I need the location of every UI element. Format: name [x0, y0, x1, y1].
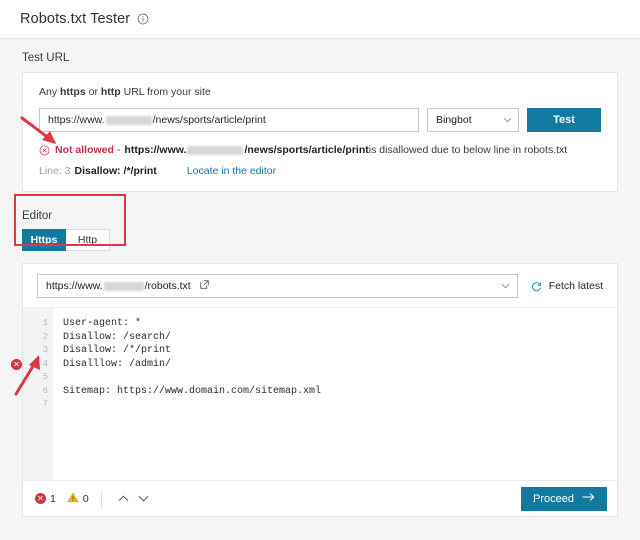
error-circle-icon: ✕: [35, 493, 46, 504]
result-message-tail: is disallowed due to below line in robot…: [368, 144, 568, 156]
next-issue-button[interactable]: [134, 489, 154, 509]
page-body: Test URL Any https or http URL from your…: [0, 38, 640, 540]
external-link-icon[interactable]: [200, 280, 209, 289]
redacted-domain-chip: [187, 145, 244, 155]
code-line[interactable]: Disallow: /*/print: [63, 344, 617, 358]
hint-suffix: URL from your site: [120, 86, 211, 98]
line-number: 5: [42, 372, 48, 382]
proceed-button[interactable]: Proceed: [521, 486, 607, 511]
redacted-domain-chip: [105, 115, 152, 125]
footer-divider: [100, 489, 102, 508]
line-number: 2: [42, 331, 48, 342]
editor-code-lines[interactable]: User-agent: * Disallow: /search/Disallow:…: [53, 308, 617, 480]
redacted-domain-chip: [103, 281, 144, 291]
user-agent-value: Bingbot: [436, 114, 472, 126]
editor-footer: ✕ 1 0 Proceed: [23, 480, 617, 516]
status-badge: Not allowed: [55, 144, 114, 156]
warning-count-group: 0: [67, 492, 89, 506]
page-title: Robots.txt Tester: [20, 11, 131, 27]
editor-toolbar: https://www. /robots.txt Fetch latest: [23, 264, 617, 307]
error-circle-icon: [39, 145, 50, 156]
warning-triangle-icon: [67, 492, 79, 506]
chevron-down-icon: [501, 282, 510, 291]
proceed-label: Proceed: [533, 492, 574, 505]
file-value-prefix: https://www.: [46, 280, 103, 292]
test-url-row: https://www. /news/sports/article/print B…: [39, 108, 601, 132]
fetch-latest-label: Fetch latest: [548, 280, 603, 292]
line-number: 3: [42, 345, 48, 355]
test-url-section-label: Test URL: [22, 52, 70, 64]
editor-error-marker-icon[interactable]: ✕: [11, 358, 22, 370]
test-result-message: Not allowed - https://www. /news/sports/a…: [39, 144, 601, 156]
result-url-suffix: /news/sports/article/print: [244, 144, 369, 156]
url-value-prefix: https://www.: [48, 114, 105, 126]
error-count: 1: [50, 492, 56, 505]
editor-card: https://www. /robots.txt Fetch latest 1 2…: [11, 263, 618, 517]
test-url-input[interactable]: https://www. /news/sports/article/print: [39, 108, 419, 132]
code-line[interactable]: [63, 371, 617, 385]
line-number: 4: [42, 358, 48, 369]
error-count-group: ✕ 1: [35, 493, 56, 505]
hint-mid: or: [85, 86, 101, 98]
line-number: 1: [42, 318, 48, 328]
robots-file-select[interactable]: https://www. /robots.txt: [37, 274, 518, 298]
editor-gutter: 1 2 3 4 ✕ 5 6 7: [11, 308, 53, 480]
result-line-label: Line: 3: [39, 165, 71, 177]
user-agent-select[interactable]: Bingbot: [427, 108, 519, 132]
code-line[interactable]: Disallow: /search/: [63, 331, 617, 345]
url-value-suffix: /news/sports/article/print: [152, 114, 266, 126]
hint-prefix: Any: [39, 86, 61, 98]
file-select-value: https://www. /robots.txt: [46, 280, 209, 292]
code-line[interactable]: User-agent: *: [63, 317, 617, 331]
result-rule-text: Disallow: /*/print: [74, 165, 157, 177]
locate-in-editor-link[interactable]: Locate in the editor: [187, 165, 276, 177]
line-number: 7: [42, 399, 48, 409]
code-line-error[interactable]: Disalllow: /admin/: [63, 358, 617, 372]
chevron-down-icon: [503, 116, 512, 125]
test-url-card: Any https or http URL from your site htt…: [22, 72, 618, 192]
prev-issue-button[interactable]: [114, 489, 134, 509]
line-number: 6: [42, 385, 48, 396]
refresh-icon: [530, 280, 543, 293]
tab-http[interactable]: Http: [66, 229, 110, 251]
test-button[interactable]: Test: [527, 108, 601, 132]
fetch-latest-button[interactable]: Fetch latest: [530, 280, 603, 293]
protocol-toggle-group: Https Http: [22, 229, 640, 251]
hint-http: http: [100, 86, 121, 98]
code-line[interactable]: [63, 398, 617, 412]
hint-https: https: [60, 86, 86, 98]
test-result-rule-row: Line: 3 Disallow: /*/print Locate in the…: [39, 165, 601, 177]
info-circle-icon[interactable]: [137, 13, 149, 25]
file-value-suffix: /robots.txt: [144, 280, 191, 292]
editor-section-label: Editor: [22, 210, 53, 222]
url-hint-text: Any https or http URL from your site: [39, 86, 601, 98]
tab-https[interactable]: Https: [22, 229, 66, 251]
warning-count: 0: [82, 492, 89, 505]
result-url-prefix: https://www.: [124, 144, 187, 156]
robots-code-editor[interactable]: 1 2 3 4 ✕ 5 6 7 User-agent: * Disallow: /search/…: [11, 307, 617, 480]
code-line[interactable]: Sitemap: https://www.domain.com/sitemap.…: [63, 385, 617, 399]
app-header: Robots.txt Tester: [0, 0, 640, 38]
arrow-right-icon: [582, 492, 595, 505]
result-dash: -: [116, 144, 121, 156]
